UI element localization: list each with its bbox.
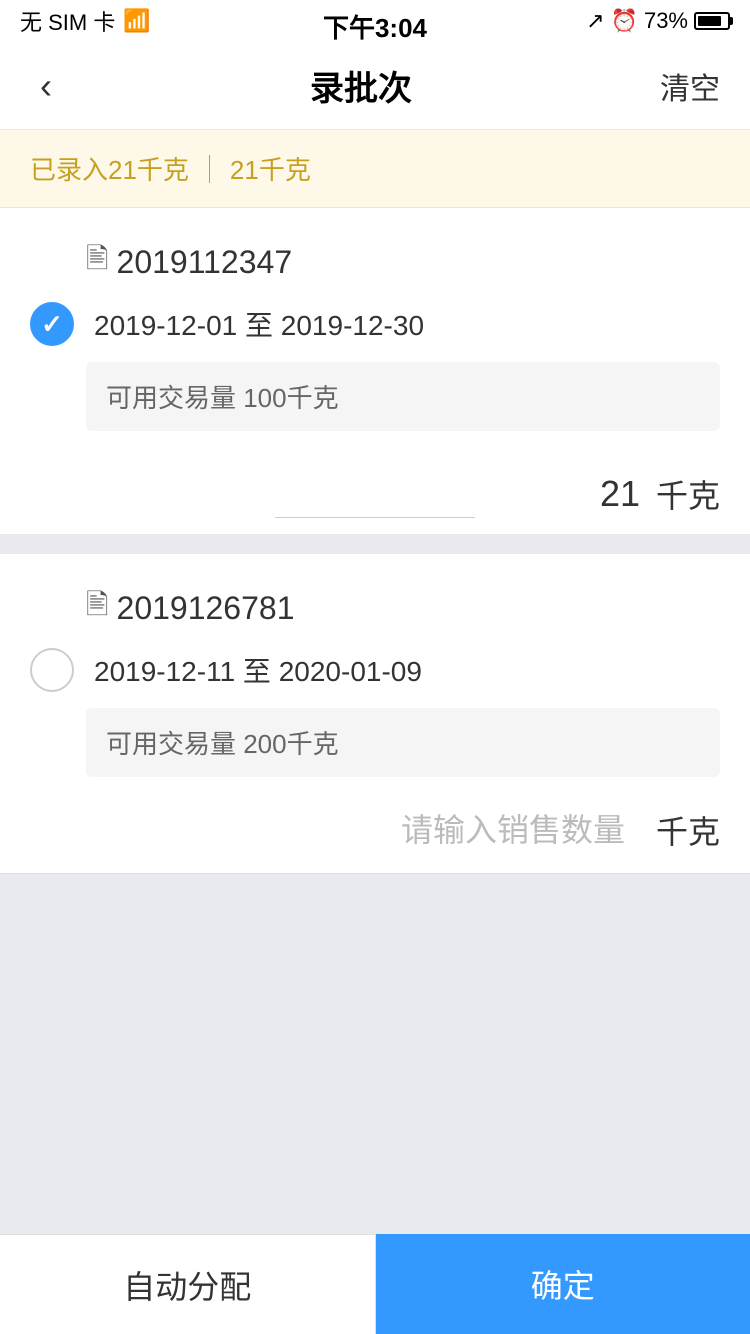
wifi-icon: 📶 [123, 8, 150, 34]
batch-available-1: 可用交易量 100千克 [86, 362, 720, 431]
status-bar: 无 SIM 卡 📶 下午3:04 ↗ ⏰ 73% [0, 0, 750, 42]
status-right: ↗ ⏰ 73% [586, 8, 730, 34]
batch-icon-1: 🖹 [86, 238, 109, 286]
batch-date-row-2: 2019-12-11 至 2020-01-09 [30, 648, 720, 692]
bottom-bar: 自动分配 确定 [0, 1234, 750, 1334]
batch-date-row-1: 2019-12-01 至 2019-12-30 [30, 302, 720, 346]
quantity-unit-1: 千克 [656, 471, 720, 517]
batch-available-2: 可用交易量 200千克 [86, 708, 720, 777]
recorded-text: 已录入21千克 [30, 150, 189, 187]
summary-divider [209, 155, 210, 183]
quantity-row-1: 21 千克 [0, 451, 750, 517]
clear-button[interactable]: 清空 [660, 64, 720, 108]
batch-radio-1[interactable] [30, 302, 74, 346]
batch-id-2: 2019126781 [117, 590, 295, 627]
back-button[interactable]: ‹ [30, 55, 62, 117]
batch-id-1: 2019112347 [117, 244, 293, 281]
batch-card-1-inner: 🖹 2019112347 2019-12-01 至 2019-12-30 可用交… [30, 238, 720, 451]
batch-card-2: 🖹 2019126781 2019-12-11 至 2020-01-09 可用交… [0, 554, 750, 797]
carrier-text: 无 SIM 卡 [20, 5, 115, 37]
content-area: 已录入21千克 21千克 🖹 2019112347 2019-12-01 至 2… [0, 130, 750, 1234]
status-time: 下午3:04 [323, 8, 427, 45]
input-unit-2: 千克 [656, 807, 720, 853]
auto-distribute-button[interactable]: 自动分配 [0, 1234, 376, 1334]
quantity-input-2[interactable] [240, 812, 640, 849]
status-left: 无 SIM 卡 📶 [20, 5, 151, 37]
battery-text: 73% [644, 8, 688, 34]
page-title: 录批次 [310, 61, 412, 110]
alarm-icon: ⏰ [611, 8, 638, 34]
confirm-button[interactable]: 确定 [376, 1234, 750, 1334]
input-row-2: 千克 [0, 797, 750, 874]
quantity-value-1: 21 [600, 473, 640, 515]
nav-bar: ‹ 录批次 清空 [0, 42, 750, 130]
batch-radio-2[interactable] [30, 648, 74, 692]
batch-number-row-1: 🖹 2019112347 [30, 238, 720, 286]
summary-bar: 已录入21千克 21千克 [0, 130, 750, 208]
batch-number-row-2: 🖹 2019126781 [30, 584, 720, 632]
batch-card-2-inner: 🖹 2019126781 2019-12-11 至 2020-01-09 可用交… [30, 584, 720, 797]
empty-area [0, 874, 750, 1234]
total-text: 21千克 [230, 150, 311, 187]
batch-icon-2: 🖹 [86, 584, 109, 632]
batch-date-2: 2019-12-11 至 2020-01-09 [94, 650, 422, 690]
batch-card-1: 🖹 2019112347 2019-12-01 至 2019-12-30 可用交… [0, 208, 750, 451]
battery-icon [694, 12, 730, 30]
batch-date-1: 2019-12-01 至 2019-12-30 [94, 304, 424, 344]
card-separator [0, 534, 750, 554]
location-icon: ↗ [586, 8, 604, 34]
